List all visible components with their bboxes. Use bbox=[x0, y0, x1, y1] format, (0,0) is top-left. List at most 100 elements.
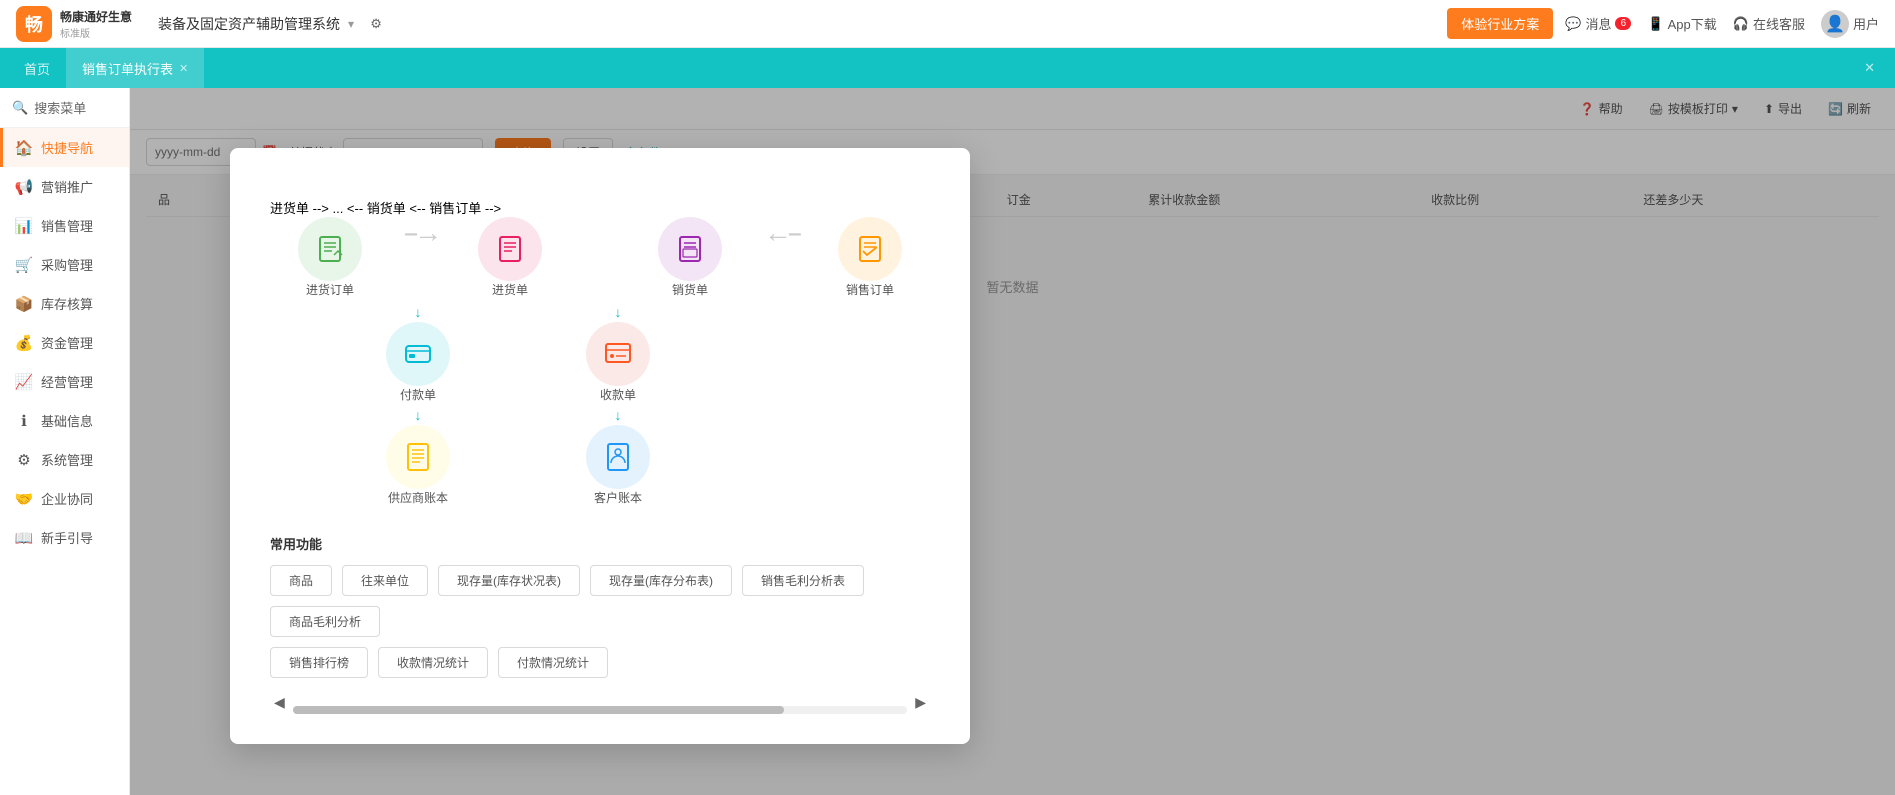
settings-button[interactable]: ⚙ bbox=[362, 10, 390, 38]
sales-order-node[interactable]: 销售订单 bbox=[810, 217, 930, 298]
sales-order-label: 销售订单 bbox=[846, 281, 894, 298]
logo-icon: 畅 bbox=[16, 6, 52, 42]
payment-bill-circle bbox=[386, 322, 450, 386]
content-panel: ❓ 帮助 🖨 按模板打印 ▾ ⬆ 导出 🔄 刷新 bbox=[130, 88, 1895, 795]
supplier-ledger-label: 供应商账本 bbox=[388, 489, 448, 506]
sidebar-item-inventory[interactable]: 📦 库存核算 bbox=[0, 284, 129, 323]
inventory-icon: 📦 bbox=[15, 295, 33, 313]
sidebar-item-finance[interactable]: 💰 资金管理 bbox=[0, 323, 129, 362]
message-icon: 💬 bbox=[1565, 16, 1581, 32]
receipt-bill-label: 收款单 bbox=[600, 386, 636, 403]
logo-area: 畅 畅康通好生意 标准版 bbox=[16, 6, 146, 42]
logo-subtitle: 标准版 bbox=[60, 25, 132, 40]
sidebar-system-label: 系统管理 bbox=[41, 450, 93, 469]
sidebar-finance-label: 资金管理 bbox=[41, 333, 93, 352]
sidebar-item-marketing[interactable]: 📢 营销推广 bbox=[0, 167, 129, 206]
payment-bill-label: 付款单 bbox=[400, 386, 436, 403]
sidebar-item-shortcuts[interactable]: 🏠 快捷导航 bbox=[0, 128, 129, 167]
sidebar-search[interactable]: 🔍 搜索菜单 bbox=[0, 88, 129, 128]
customer-ledger-node[interactable]: 客户账本 bbox=[558, 425, 678, 506]
customer-ledger-circle bbox=[586, 425, 650, 489]
online-service-button[interactable]: 🎧 在线客服 bbox=[1733, 14, 1805, 33]
customer-ledger-label: 客户账本 bbox=[594, 489, 642, 506]
app-download-button[interactable]: 📱 App下载 bbox=[1647, 14, 1716, 33]
common-functions: 常用功能 商品 往来单位 现存量(库存状况表) 现存量(库存分布表) 销售毛利分… bbox=[270, 534, 930, 678]
sales-bill-circle bbox=[658, 217, 722, 281]
sidebar-item-purchase[interactable]: 🛒 采购管理 bbox=[0, 245, 129, 284]
sales-icon: 📊 bbox=[15, 217, 33, 235]
sidebar-item-operations[interactable]: 📈 经营管理 bbox=[0, 362, 129, 401]
close-tab-icon[interactable]: ✕ bbox=[179, 62, 188, 75]
sidebar-item-guide[interactable]: 📖 新手引导 bbox=[0, 518, 129, 557]
shortcuts-icon: 🏠 bbox=[15, 139, 33, 157]
sidebar: 🔍 搜索菜单 🏠 快捷导航 📢 营销推广 📊 销售管理 🛒 采购管理 📦 bbox=[0, 88, 130, 795]
purchase-bill-node[interactable]: 进货单 bbox=[450, 217, 570, 298]
user-avatar: 👤 bbox=[1821, 10, 1849, 38]
arrow-payment-down: ↓ bbox=[415, 407, 422, 423]
scroll-right-icon[interactable]: ▶ bbox=[911, 694, 930, 711]
payment-bill-node[interactable]: 付款单 bbox=[358, 322, 478, 403]
sidebar-sales-label: 销售管理 bbox=[41, 216, 93, 235]
system-title-area: 装备及固定资产辅助管理系统 ▾ ⚙ bbox=[158, 10, 1435, 38]
scroll-left-icon[interactable]: ◀ bbox=[270, 694, 289, 711]
sidebar-shortcuts-label: 快捷导航 bbox=[41, 138, 93, 157]
arrow-receipt-down: ↓ bbox=[615, 407, 622, 423]
sidebar-basic-info-label: 基础信息 bbox=[41, 411, 93, 430]
trial-button[interactable]: 体验行业方案 bbox=[1447, 8, 1553, 39]
receipt-bill-node[interactable]: 收款单 bbox=[558, 322, 678, 403]
func-sales-ranking[interactable]: 销售排行榜 bbox=[270, 647, 368, 678]
func-current-stock-status[interactable]: 现存量(库存状况表) bbox=[438, 565, 580, 596]
sidebar-marketing-label: 营销推广 bbox=[41, 177, 93, 196]
finance-icon: 💰 bbox=[15, 334, 33, 352]
func-payment-stats[interactable]: 付款情况统计 bbox=[498, 647, 608, 678]
purchase-bill-down-col: ↓ 付款单 ↓ bbox=[358, 302, 478, 506]
sales-bill-down-col: ↓ 收款单 ↓ bbox=[558, 302, 678, 506]
purchase-bill-circle bbox=[478, 217, 542, 281]
tab-home-label: 首页 bbox=[24, 59, 50, 78]
sales-order-circle bbox=[838, 217, 902, 281]
service-icon: 🎧 bbox=[1733, 16, 1749, 32]
flow-diagram: 进货单 --> ... <-- 销货单 <-- 销售订单 --> 进货订单 bbox=[270, 178, 930, 526]
modal-scrollbar-thumb bbox=[293, 706, 785, 714]
func-row-1: 商品 往来单位 现存量(库存状况表) 现存量(库存分布表) 销售毛利分析表 商品… bbox=[270, 565, 930, 637]
func-goods[interactable]: 商品 bbox=[270, 565, 332, 596]
func-receipt-stats[interactable]: 收款情况统计 bbox=[378, 647, 488, 678]
func-row-2: 销售排行榜 收款情况统计 付款情况统计 bbox=[270, 647, 930, 678]
nav-close-right-button[interactable]: ✕ bbox=[1852, 52, 1887, 84]
arrow-so-to-sb: ← - - bbox=[750, 217, 810, 273]
top-bar: 畅 畅康通好生意 标准版 装备及固定资产辅助管理系统 ▾ ⚙ 体验行业方案 💬 … bbox=[0, 0, 1895, 48]
sidebar-search-label: 搜索菜单 bbox=[34, 98, 86, 117]
sidebar-inventory-label: 库存核算 bbox=[41, 294, 93, 313]
modal-scroll-container: ◀ ▶ bbox=[270, 690, 930, 714]
guide-icon: 📖 bbox=[15, 529, 33, 547]
tab-home[interactable]: 首页 bbox=[8, 48, 66, 88]
arrow-pb-down: ↓ bbox=[415, 304, 422, 320]
purchase-bill-label: 进货单 bbox=[492, 281, 528, 298]
sidebar-item-basic-info[interactable]: ℹ 基础信息 bbox=[0, 401, 129, 440]
func-partners[interactable]: 往来单位 bbox=[342, 565, 428, 596]
func-goods-profit[interactable]: 商品毛利分析 bbox=[270, 606, 380, 637]
enterprise-icon: 🤝 bbox=[15, 490, 33, 508]
message-button[interactable]: 💬 消息 6 bbox=[1565, 14, 1631, 33]
sidebar-enterprise-label: 企业协同 bbox=[41, 489, 93, 508]
sales-bill-node[interactable]: 销货单 bbox=[630, 217, 750, 298]
purchase-order-label: 进货订单 bbox=[306, 281, 354, 298]
func-sales-profit-analysis[interactable]: 销售毛利分析表 bbox=[742, 565, 864, 596]
arrow-po-to-pb: - - → bbox=[390, 217, 450, 273]
marketing-icon: 📢 bbox=[15, 178, 33, 196]
download-icon: 📱 bbox=[1647, 16, 1663, 32]
system-icon: ⚙ bbox=[15, 451, 33, 469]
user-label: 用户 bbox=[1853, 14, 1879, 33]
sidebar-item-sales[interactable]: 📊 销售管理 bbox=[0, 206, 129, 245]
supplier-ledger-circle bbox=[386, 425, 450, 489]
supplier-ledger-node[interactable]: 供应商账本 bbox=[358, 425, 478, 506]
dropdown-arrow-icon[interactable]: ▾ bbox=[348, 17, 354, 31]
purchase-order-node[interactable]: 进货订单 bbox=[270, 217, 390, 298]
modal-scrollbar[interactable] bbox=[293, 706, 907, 714]
sales-bill-col: 销货单 bbox=[630, 217, 750, 298]
sidebar-item-enterprise[interactable]: 🤝 企业协同 bbox=[0, 479, 129, 518]
sidebar-item-system[interactable]: ⚙ 系统管理 bbox=[0, 440, 129, 479]
tab-sales-order[interactable]: 销售订单执行表 ✕ bbox=[66, 48, 204, 88]
user-area[interactable]: 👤 用户 bbox=[1821, 10, 1879, 38]
func-current-stock-dist[interactable]: 现存量(库存分布表) bbox=[590, 565, 732, 596]
